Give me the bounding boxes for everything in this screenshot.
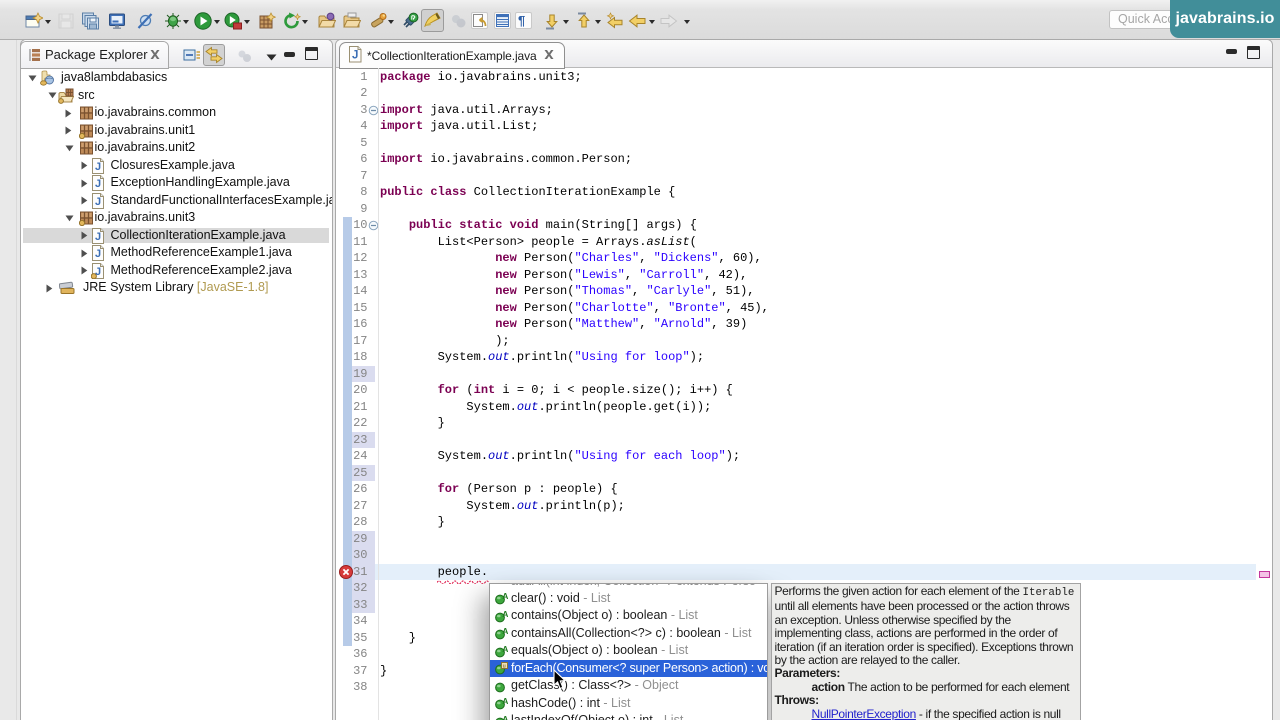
svg-text:A: A — [502, 715, 508, 720]
svg-text:u: u — [503, 664, 506, 670]
svg-text:J: J — [95, 178, 101, 190]
svg-text:J: J — [352, 50, 358, 62]
svg-text:J: J — [95, 248, 101, 260]
svg-text:A: A — [502, 627, 508, 636]
svg-text:J: J — [95, 161, 101, 173]
svg-text:J: J — [95, 231, 101, 243]
svg-text:A: A — [502, 592, 508, 601]
svg-text:A: A — [502, 645, 508, 654]
svg-text:A: A — [502, 610, 508, 619]
svg-text:J: J — [95, 196, 101, 208]
svg-text:A: A — [502, 697, 508, 706]
